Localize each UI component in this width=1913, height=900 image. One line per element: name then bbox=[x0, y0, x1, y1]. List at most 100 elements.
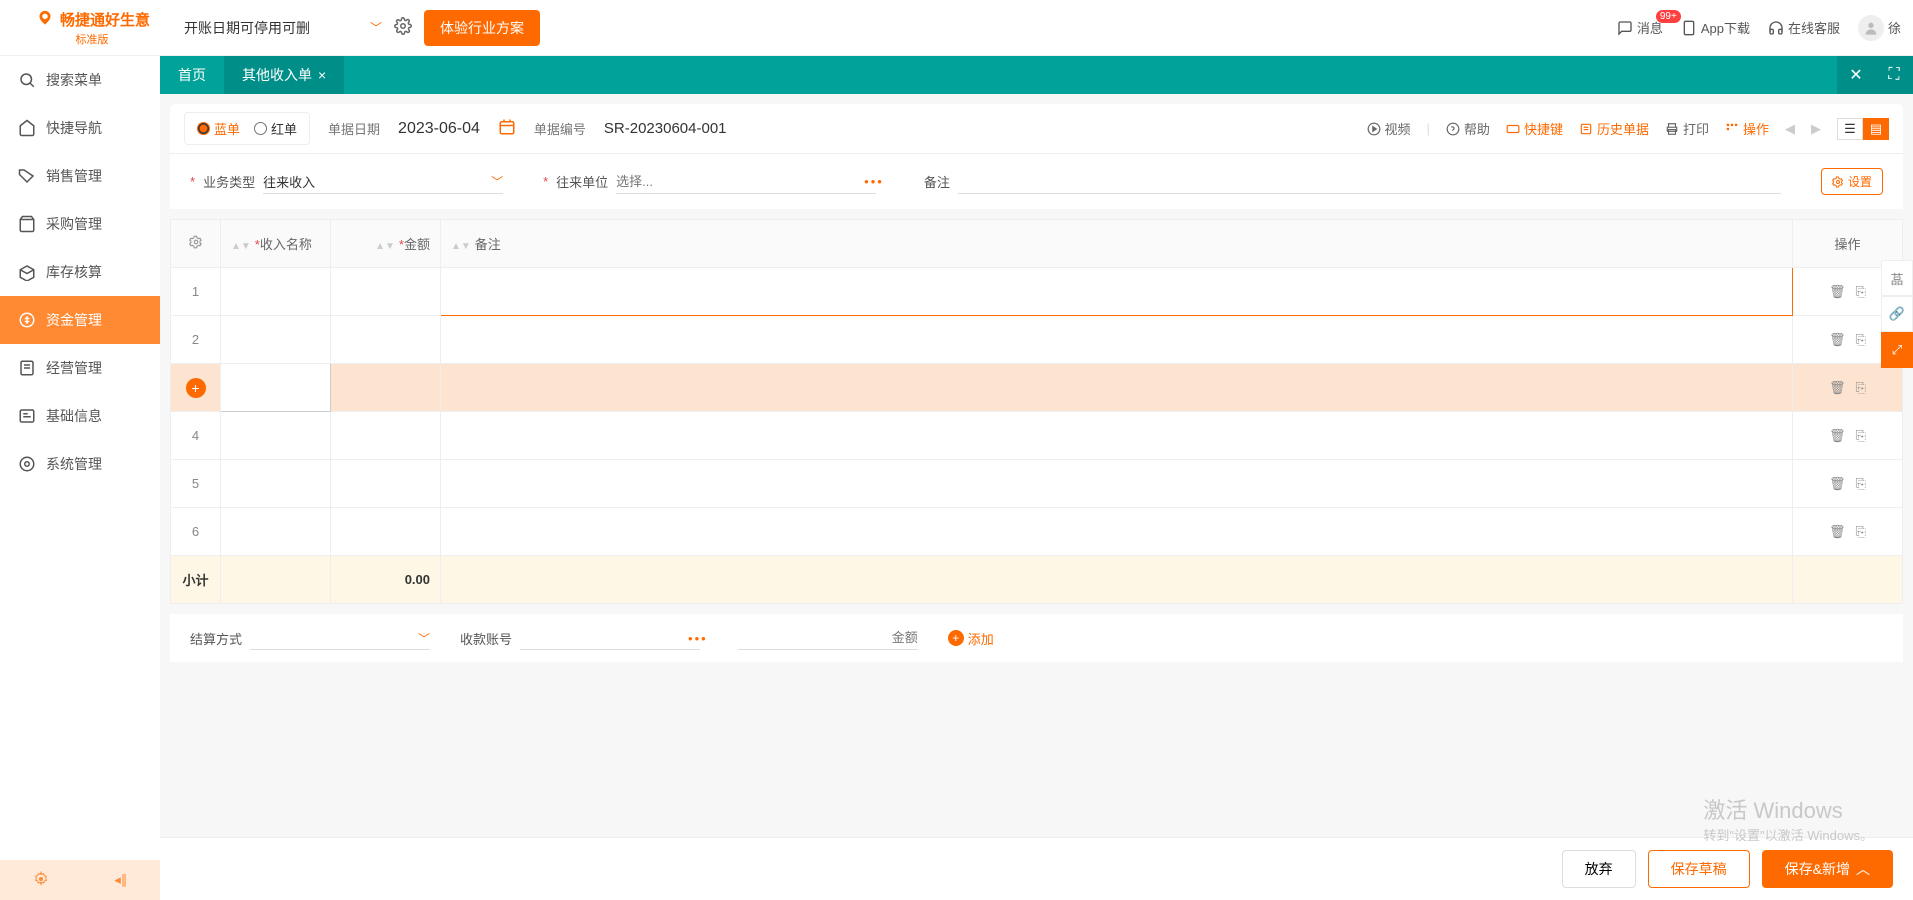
settings-icon[interactable] bbox=[33, 871, 49, 890]
user-menu[interactable]: 徐 bbox=[1858, 15, 1901, 41]
delete-icon[interactable]: 🗑 bbox=[1829, 380, 1846, 396]
settle-method-field[interactable]: 结算方式 ﹀ bbox=[190, 626, 430, 650]
sidebar-item-finance[interactable]: 资金管理 bbox=[0, 296, 160, 344]
gear-icon bbox=[189, 235, 203, 249]
sys-icon bbox=[18, 455, 36, 473]
add-settlement-button[interactable]: +添加 bbox=[948, 629, 994, 648]
shortcut-button[interactable]: 快捷键 bbox=[1506, 119, 1563, 138]
table-row[interactable]: 4 🗑⎘ bbox=[171, 412, 1903, 460]
account-field[interactable]: 收款账号 ••• bbox=[460, 626, 708, 650]
sidebar-item-sales[interactable]: 销售管理 bbox=[0, 152, 160, 200]
gear-icon[interactable] bbox=[394, 17, 412, 38]
collapse-icon[interactable]: ◂∥ bbox=[114, 872, 127, 888]
biztype-field[interactable]: * 业务类型 ﹀ bbox=[190, 170, 503, 194]
account-input[interactable] bbox=[520, 626, 700, 650]
add-row-button[interactable]: + bbox=[186, 378, 206, 398]
discard-button[interactable]: 放弃 bbox=[1562, 850, 1636, 888]
operate-button[interactable]: 操作 bbox=[1725, 119, 1769, 138]
app-download-button[interactable]: App下载 bbox=[1681, 18, 1750, 37]
tabbar: 首页 其他收入单× ✕ ⛶ bbox=[160, 56, 1913, 94]
grid-icon bbox=[1725, 122, 1739, 136]
partner-field[interactable]: * 往来单位 ••• bbox=[543, 170, 884, 194]
print-button[interactable]: 打印 bbox=[1665, 119, 1709, 138]
help-icon bbox=[1446, 122, 1460, 136]
col-amount[interactable]: ▲▼*金额 bbox=[331, 220, 441, 268]
tab-close-button[interactable]: ✕ bbox=[1837, 56, 1875, 94]
dropdown-label: 开账日期可停用可删 bbox=[184, 18, 310, 38]
subtotal-row: 小计0.00 bbox=[171, 556, 1903, 604]
partner-input[interactable] bbox=[616, 170, 876, 194]
copy-icon[interactable]: ⎘ bbox=[1856, 332, 1866, 348]
experience-plan-button[interactable]: 体验行业方案 bbox=[424, 10, 540, 46]
calendar-icon[interactable] bbox=[498, 118, 516, 139]
save-new-button[interactable]: 保存&新增︿ bbox=[1762, 850, 1893, 888]
table-row-add[interactable]: + 🗑 ⎘ bbox=[171, 364, 1903, 412]
tab-home[interactable]: 首页 bbox=[160, 56, 224, 94]
table-row[interactable]: 1 🗑⎘ bbox=[171, 268, 1903, 316]
radio-blue[interactable]: 蓝单 bbox=[197, 119, 240, 138]
copy-icon[interactable]: ⎘ bbox=[1856, 380, 1866, 396]
rail-link-icon[interactable]: 🔗 bbox=[1881, 296, 1913, 332]
history-button[interactable]: 历史单据 bbox=[1579, 119, 1649, 138]
amount-field[interactable] bbox=[738, 626, 918, 650]
remark-field[interactable]: 备注 bbox=[924, 170, 1781, 194]
more-icon[interactable]: ••• bbox=[688, 631, 708, 646]
table-row[interactable]: 5 🗑⎘ bbox=[171, 460, 1903, 508]
box-icon bbox=[18, 263, 36, 281]
delete-icon[interactable]: 🗑 bbox=[1829, 332, 1846, 348]
delete-icon[interactable]: 🗑 bbox=[1829, 524, 1846, 540]
next-button[interactable]: ▶ bbox=[1811, 121, 1821, 137]
view-detail-button[interactable]: ▤ bbox=[1863, 118, 1889, 140]
amount-input[interactable] bbox=[738, 626, 918, 650]
rail-note-icon[interactable]: 䓵 bbox=[1881, 260, 1913, 296]
video-button[interactable]: 视频 bbox=[1367, 119, 1411, 138]
logo-icon bbox=[34, 9, 56, 31]
sidebar-item-system[interactable]: 系统管理 bbox=[0, 440, 160, 488]
sidebar-item-operation[interactable]: 经营管理 bbox=[0, 344, 160, 392]
tab-other-income[interactable]: 其他收入单× bbox=[224, 56, 344, 94]
message-icon bbox=[1617, 20, 1633, 36]
sidebar-item-purchase[interactable]: 采购管理 bbox=[0, 200, 160, 248]
close-icon[interactable]: × bbox=[318, 67, 326, 83]
sidebar-item-nav[interactable]: 快捷导航 bbox=[0, 104, 160, 152]
delete-icon[interactable]: 🗑 bbox=[1829, 284, 1846, 300]
logo-subtitle: 标准版 bbox=[76, 31, 109, 47]
settle-method-input[interactable] bbox=[250, 626, 430, 650]
sidebar-item-search[interactable]: 搜索菜单 bbox=[0, 56, 160, 104]
col-remark[interactable]: ▲▼备注 bbox=[441, 220, 1793, 268]
messages-button[interactable]: 消息 99+ bbox=[1617, 18, 1663, 37]
chevron-down-icon[interactable]: ﹀ bbox=[418, 630, 430, 647]
copy-icon[interactable]: ⎘ bbox=[1856, 524, 1866, 540]
top-header: 畅捷通好生意 标准版 开账日期可停用可删 ﹀ 体验行业方案 消息 99+ App… bbox=[0, 0, 1913, 56]
help-button[interactable]: 帮助 bbox=[1446, 119, 1490, 138]
copy-icon[interactable]: ⎘ bbox=[1856, 428, 1866, 444]
sidebar-item-basic[interactable]: 基础信息 bbox=[0, 392, 160, 440]
biztype-input[interactable] bbox=[263, 170, 503, 194]
copy-icon[interactable]: ⎘ bbox=[1856, 284, 1866, 300]
delete-icon[interactable]: 🗑 bbox=[1829, 428, 1846, 444]
money-icon bbox=[18, 311, 36, 329]
online-service-button[interactable]: 在线客服 bbox=[1768, 18, 1840, 37]
fullscreen-icon[interactable]: ⛶ bbox=[1875, 56, 1913, 94]
more-icon[interactable]: ••• bbox=[864, 174, 884, 189]
remark-input[interactable] bbox=[958, 170, 1781, 194]
main: 首页 其他收入单× ✕ ⛶ 蓝单 红单 单据日期 2023-06-04 单据编号… bbox=[160, 56, 1913, 900]
radio-red[interactable]: 红单 bbox=[254, 119, 297, 138]
sidebar-item-inventory[interactable]: 库存核算 bbox=[0, 248, 160, 296]
view-list-button[interactable]: ☰ bbox=[1837, 118, 1863, 140]
col-settings[interactable] bbox=[171, 220, 221, 268]
save-draft-button[interactable]: 保存草稿 bbox=[1648, 850, 1750, 888]
sort-icon: ▲▼ bbox=[231, 244, 251, 249]
col-income-name[interactable]: ▲▼*收入名称 bbox=[221, 220, 331, 268]
settings-button[interactable]: 设置 bbox=[1821, 168, 1883, 195]
prev-button[interactable]: ◀ bbox=[1785, 121, 1795, 137]
rail-expand-icon[interactable]: ⤢ bbox=[1881, 332, 1913, 368]
print-icon bbox=[1665, 122, 1679, 136]
copy-icon[interactable]: ⎘ bbox=[1856, 476, 1866, 492]
account-period-dropdown[interactable]: 开账日期可停用可删 ﹀ bbox=[184, 18, 382, 38]
table-row[interactable]: 2 🗑⎘ bbox=[171, 316, 1903, 364]
chevron-down-icon[interactable]: ﹀ bbox=[491, 173, 503, 190]
delete-icon[interactable]: 🗑 bbox=[1829, 476, 1846, 492]
date-value[interactable]: 2023-06-04 bbox=[398, 120, 480, 138]
table-row[interactable]: 6 🗑⎘ bbox=[171, 508, 1903, 556]
